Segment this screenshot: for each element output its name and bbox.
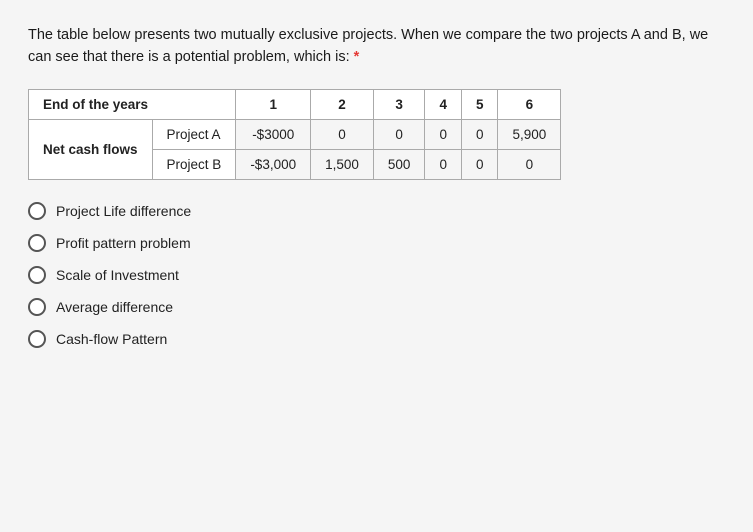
option-label-opt3: Scale of Investment [56, 267, 179, 283]
required-marker: * [354, 49, 360, 65]
project-b-val-2: 1,500 [311, 149, 374, 179]
col-header-6: 6 [498, 89, 561, 119]
col-header-4: 4 [425, 89, 462, 119]
project-a-val-6: 5,900 [498, 119, 561, 149]
project-a-label: Project A [152, 119, 236, 149]
option-opt4[interactable]: Average difference [28, 298, 725, 316]
data-table: End of the years 1 2 3 4 5 6 Net cash fl… [28, 89, 725, 180]
option-opt2[interactable]: Profit pattern problem [28, 234, 725, 252]
project-a-val-1: -$3000 [236, 119, 311, 149]
project-b-label: Project B [152, 149, 236, 179]
col-header-2: 2 [311, 89, 374, 119]
table-header-row-label: End of the years [29, 89, 236, 119]
option-label-opt5: Cash-flow Pattern [56, 331, 167, 347]
option-label-opt1: Project Life difference [56, 203, 191, 219]
project-b-val-1: -$3,000 [236, 149, 311, 179]
option-opt3[interactable]: Scale of Investment [28, 266, 725, 284]
project-b-val-3: 500 [373, 149, 425, 179]
project-a-val-3: 0 [373, 119, 425, 149]
row-group-label: Net cash flows [29, 119, 153, 179]
options-list: Project Life difference Profit pattern pr… [28, 202, 725, 348]
col-header-3: 3 [373, 89, 425, 119]
option-opt5[interactable]: Cash-flow Pattern [28, 330, 725, 348]
question-text: The table below presents two mutually ex… [28, 24, 725, 69]
radio-circle-icon [28, 266, 46, 284]
radio-circle-icon [28, 298, 46, 316]
project-b-val-4: 0 [425, 149, 462, 179]
project-b-val-5: 0 [461, 149, 498, 179]
col-header-5: 5 [461, 89, 498, 119]
table-row: Net cash flows Project A -$3000 0 0 0 0 … [29, 119, 561, 149]
project-a-val-5: 0 [461, 119, 498, 149]
option-label-opt2: Profit pattern problem [56, 235, 191, 251]
project-a-val-4: 0 [425, 119, 462, 149]
radio-circle-icon [28, 234, 46, 252]
option-label-opt4: Average difference [56, 299, 173, 315]
radio-circle-icon [28, 330, 46, 348]
project-a-val-2: 0 [311, 119, 374, 149]
radio-circle-icon [28, 202, 46, 220]
col-header-1: 1 [236, 89, 311, 119]
project-b-val-6: 0 [498, 149, 561, 179]
option-opt1[interactable]: Project Life difference [28, 202, 725, 220]
